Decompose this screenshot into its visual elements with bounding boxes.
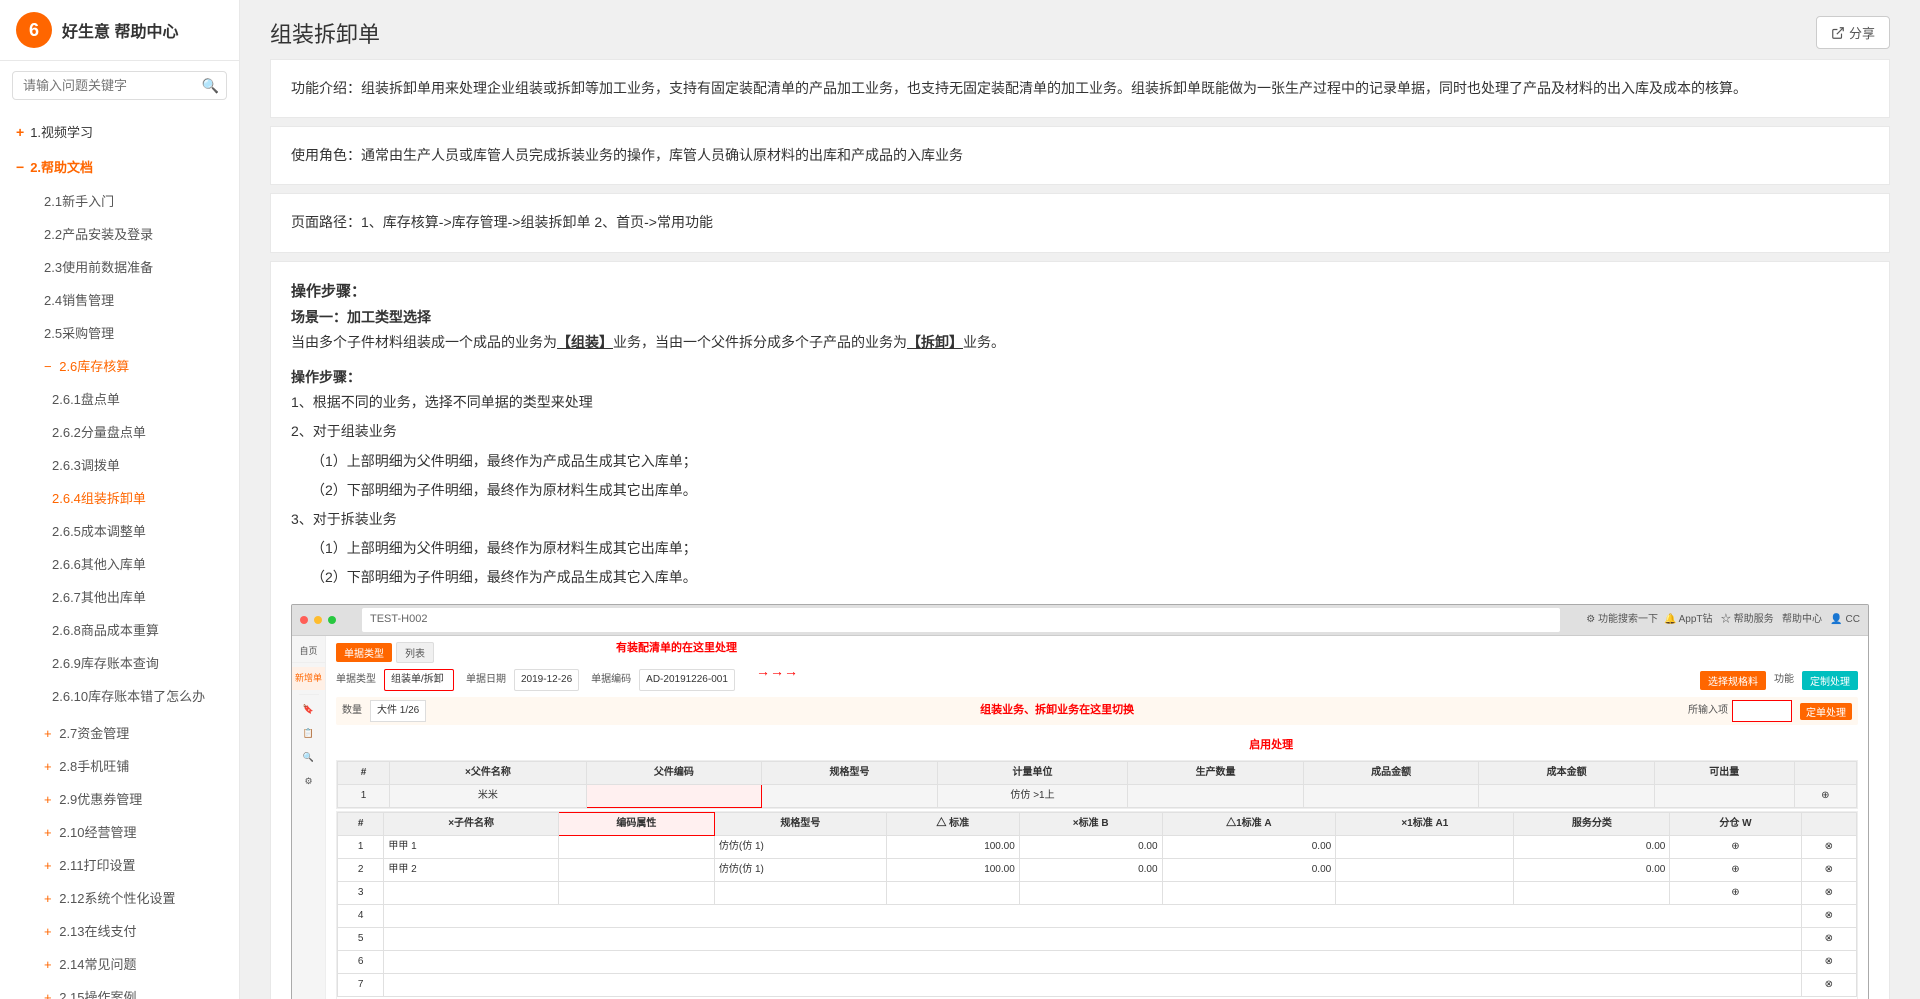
screenshot-form-header: 单据类型 组装单/拆卸 单据日期 2019-12-26 单据编码 AD-2019… <box>336 669 1858 691</box>
mock-tab-list[interactable]: 列表 <box>396 642 434 663</box>
nav-item-docs: − 2.帮助文档 2.1新手入门 2.2产品安装及登录 2.3使用前数据准备 2… <box>0 149 239 999</box>
user-role-card: 使用角色：通常由生产人员或库管人员完成拆装业务的操作，库管人员确认原材料的出库和… <box>270 126 1890 185</box>
nav-item-video-header[interactable]: + 1.视频学习 <box>0 114 239 149</box>
content-area: 功能介绍：组装拆卸单用来处理企业组装或拆卸等加工业务，支持有固定装配清单的产品加… <box>240 59 1920 999</box>
mock-btn-confirm2[interactable]: 定单处理 <box>1800 703 1852 720</box>
logo-icon: 6 <box>16 12 52 48</box>
annotation-2: 组装业务、拆卸业务在这里切换 <box>434 701 1680 721</box>
nav-item-video-label: 1.视频学习 <box>30 122 93 141</box>
sidebar-header: 6 好生意 帮助中心 <box>0 0 239 61</box>
nav-item-docs-header[interactable]: − 2.帮助文档 <box>0 149 239 184</box>
mock-tab-new[interactable]: 单据类型 <box>336 643 392 662</box>
sidebar-item-coupon[interactable]: + 2.9优惠券管理 <box>28 782 239 815</box>
nav-docs-children: 2.1新手入门 2.2产品安装及登录 2.3使用前数据准备 2.4销售管理 2.… <box>0 184 239 999</box>
main-content: 组装拆卸单 分享 功能介绍：组装拆卸单用来处理企业组装或拆卸等加工业务，支持有固… <box>240 0 1920 999</box>
sidebar-item-system[interactable]: + 2.12系统个性化设置 <box>28 881 239 914</box>
page-path-card: 页面路径：1、库存核算->库存管理->组装拆卸单 2、首页->常用功能 <box>270 193 1890 252</box>
sidebar-item-newbie[interactable]: 2.1新手入门 <box>28 184 239 217</box>
sidebar-item-267[interactable]: 2.6.7其他出库单 <box>44 580 239 613</box>
search-box[interactable]: 🔍 <box>12 71 227 100</box>
sidebar-item-capital[interactable]: + 2.7资金管理 <box>28 716 239 749</box>
scene-desc: 当由多个子件材料组装成一个成品的业务为【组装】业务，当由一个父件拆分成多个子产品… <box>291 330 1869 355</box>
nav-item-docs-label: 2.帮助文档 <box>30 157 93 176</box>
sidebar-item-inventory[interactable]: − 2.6库存核算 <box>28 349 239 382</box>
screenshot-form-area: 单据类型 列表 单据类型 组装单/拆卸 单据日期 2019-12-26 单据编码… <box>326 636 1868 999</box>
app-name: 好生意 帮助中心 <box>62 18 178 42</box>
share-label: 分享 <box>1849 23 1875 42</box>
sidebar-item-266[interactable]: 2.6.6其他入库单 <box>44 547 239 580</box>
step-1: 1、根据不同的业务，选择不同单据的类型来处理 <box>291 390 1869 415</box>
step-3-2: （2）下部明细为子件明细，最终作为产成品生成其它入库单。 <box>291 565 1869 590</box>
main-header: 组装拆卸单 分享 <box>240 0 1920 59</box>
page-title: 组装拆卸单 <box>270 17 380 49</box>
sidebar-item-install[interactable]: 2.2产品安装及登录 <box>28 217 239 250</box>
sidebar: 6 好生意 帮助中心 🔍 + 1.视频学习 − 2.帮助文档 2.1新手入门 2… <box>0 0 240 999</box>
expand-icon-video: + <box>16 124 24 140</box>
screenshot-sub-form: 数量 大件 1/26 组装业务、拆卸业务在这里切换 所输入项 定单处理 <box>336 697 1858 725</box>
sidebar-item-2610[interactable]: 2.6.10库存账本错了怎么办 <box>44 679 239 712</box>
share-button[interactable]: 分享 <box>1816 16 1890 49</box>
nav-list: + 1.视频学习 − 2.帮助文档 2.1新手入门 2.2产品安装及登录 2.3… <box>0 110 239 999</box>
sidebar-item-faq[interactable]: + 2.14常见问题 <box>28 947 239 980</box>
annotation-1: 有装配清单的在这里处理 <box>616 639 737 659</box>
sidebar-item-dataprep[interactable]: 2.3使用前数据准备 <box>28 250 239 283</box>
screenshot-lower-table: # ×子件名称 编码属性 规格型号 △ 标准 ×标准 B △1标准 A ×1标准… <box>336 811 1858 999</box>
search-icon[interactable]: 🔍 <box>202 77 219 94</box>
screenshot-upper-table: # ×父件名称 父件编码 规格型号 计量单位 生产数量 成品金额 成本金额 可出 <box>336 760 1858 809</box>
steps-title: 操作步骤： <box>291 365 1869 390</box>
sidebar-item-265[interactable]: 2.6.5成本调整单 <box>44 514 239 547</box>
annotation-3-container: 启用处理 <box>336 731 1858 756</box>
search-input[interactable] <box>12 71 227 100</box>
mock-btn-select-spec[interactable]: 选择规格料 <box>1700 671 1766 690</box>
step-3-1: （1）上部明细为父件明细，最终作为原材料生成其它出库单； <box>291 536 1869 561</box>
intro-card: 功能介绍：组装拆卸单用来处理企业组装或拆卸等加工业务，支持有固定装配清单的产品加… <box>270 59 1890 118</box>
sidebar-item-sales[interactable]: 2.4销售管理 <box>28 283 239 316</box>
step-list: 1、根据不同的业务，选择不同单据的类型来处理 2、对于组装业务 （1）上部明细为… <box>291 390 1869 590</box>
intro-text: 功能介绍：组装拆卸单用来处理企业组装或拆卸等加工业务，支持有固定装配清单的产品加… <box>291 76 1869 101</box>
mock-btn-confirm[interactable]: 定制处理 <box>1802 671 1858 690</box>
sidebar-item-263[interactable]: 2.6.3调拨单 <box>44 448 239 481</box>
operation-steps-card: 操作步骤： 场景一：加工类型选择 当由多个子件材料组装成一个成品的业务为【组装】… <box>270 261 1890 999</box>
expand-icon-docs: − <box>16 159 24 175</box>
nav-item-video: + 1.视频学习 <box>0 114 239 149</box>
step-2-1: （1）上部明细为父件明细，最终作为产成品生成其它入库单； <box>291 449 1869 474</box>
sidebar-item-purchase[interactable]: 2.5采购管理 <box>28 316 239 349</box>
operation-steps-title: 操作步骤： <box>291 278 1869 305</box>
step-2-2: （2）下部明细为子件明细，最终作为原材料生成其它出库单。 <box>291 478 1869 503</box>
sidebar-item-onlinepay[interactable]: + 2.13在线支付 <box>28 914 239 947</box>
sidebar-item-269[interactable]: 2.6.9库存账本查询 <box>44 646 239 679</box>
annotation-1-arrow: →→→ <box>756 659 798 684</box>
page-path-text: 页面路径：1、库存核算->库存管理->组装拆卸单 2、首页->常用功能 <box>291 210 1869 235</box>
sidebar-item-261[interactable]: 2.6.1盘点单 <box>44 382 239 415</box>
sidebar-item-print[interactable]: + 2.11打印设置 <box>28 848 239 881</box>
sidebar-item-ops[interactable]: + 2.10经营管理 <box>28 815 239 848</box>
scene-title: 场景一：加工类型选择 <box>291 305 1869 330</box>
step-3: 3、对于拆装业务 <box>291 507 1869 532</box>
sidebar-item-264[interactable]: 2.6.4组装拆卸单 <box>44 481 239 514</box>
user-role-text: 使用角色：通常由生产人员或库管人员完成拆装业务的操作，库管人员确认原材料的出库和… <box>291 143 1869 168</box>
expand-icon-inventory: − <box>44 359 52 374</box>
nav-inventory-children: 2.6.1盘点单 2.6.2分量盘点单 2.6.3调拨单 2.6.4组装拆卸单 … <box>28 382 239 712</box>
sidebar-item-262[interactable]: 2.6.2分量盘点单 <box>44 415 239 448</box>
step-2: 2、对于组装业务 <box>291 419 1869 444</box>
annotation-3: 启用处理 <box>1249 736 1293 756</box>
sidebar-item-cases[interactable]: + 2.15操作案例 <box>28 980 239 999</box>
sidebar-item-mobile[interactable]: + 2.8手机旺铺 <box>28 749 239 782</box>
screenshot-container: TEST-H002 ⚙ 功能搜索一下 🔔 AppT钻 ☆ 帮助服务 帮助中心 👤… <box>291 604 1869 999</box>
sidebar-item-268[interactable]: 2.6.8商品成本重算 <box>44 613 239 646</box>
